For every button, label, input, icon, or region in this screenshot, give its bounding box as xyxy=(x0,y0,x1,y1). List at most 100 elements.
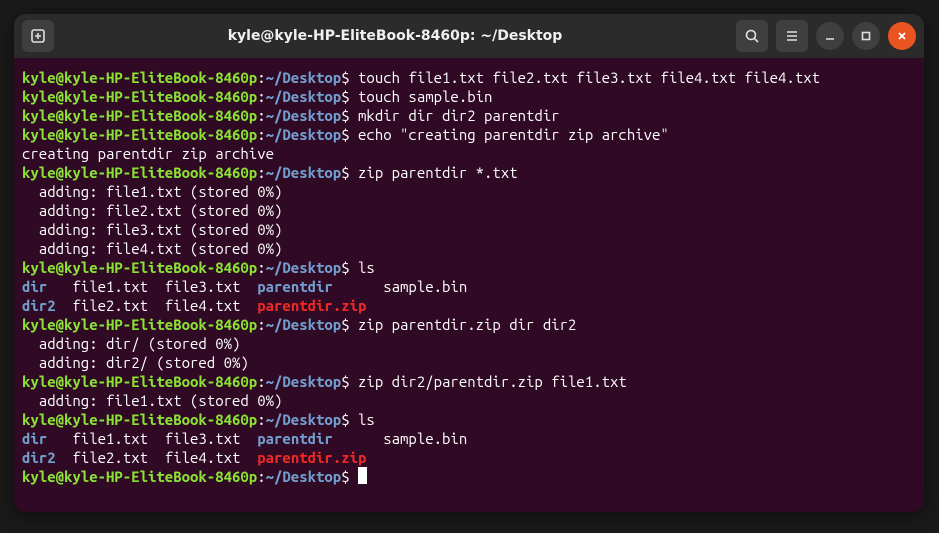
output-segment: adding: file1.txt (stored 0%) xyxy=(22,183,282,200)
prompt-userhost: kyle@kyle-HP-EliteBook-8460p xyxy=(22,69,257,86)
output-line: adding: file4.txt (stored 0%) xyxy=(22,239,916,258)
output-segment: file1.txt file3.txt xyxy=(47,278,257,295)
new-tab-icon xyxy=(30,28,46,44)
output-line: adding: file3.txt (stored 0%) xyxy=(22,220,916,239)
command-text: zip dir2/parentdir.zip file1.txt xyxy=(358,373,627,390)
output-segment: dir2 xyxy=(22,449,56,466)
titlebar: kyle@kyle-HP-EliteBook-8460p: ~/Desktop xyxy=(14,14,924,58)
output-line: adding: dir/ (stored 0%) xyxy=(22,334,916,353)
terminal-window: kyle@kyle-HP-EliteBook-8460p: ~/Desktop xyxy=(14,14,924,512)
terminal-area[interactable]: kyle@kyle-HP-EliteBook-8460p:~/Desktop$ … xyxy=(14,58,924,512)
prompt-cwd: ~/Desktop xyxy=(266,316,342,333)
output-segment: dir xyxy=(22,430,47,447)
cursor xyxy=(358,467,367,484)
search-button[interactable] xyxy=(736,20,768,52)
minimize-button[interactable] xyxy=(816,22,844,50)
prompt-sigil: $ xyxy=(341,316,358,333)
prompt-sigil: $ xyxy=(341,259,358,276)
output-segment: sample.bin xyxy=(333,430,467,447)
maximize-button[interactable] xyxy=(852,22,880,50)
output-segment: file2.txt file4.txt xyxy=(56,449,258,466)
output-segment: adding: file4.txt (stored 0%) xyxy=(22,240,282,257)
output-segment: creating parentdir zip archive xyxy=(22,145,274,162)
prompt-sigil: $ xyxy=(341,69,358,86)
command-text: zip parentdir *.txt xyxy=(358,164,518,181)
command-text: touch file1.txt file2.txt file3.txt file… xyxy=(358,69,820,86)
command-text: ls xyxy=(358,259,375,276)
prompt-cwd: ~/Desktop xyxy=(266,69,342,86)
prompt-sigil: $ xyxy=(341,164,358,181)
prompt-cwd: ~/Desktop xyxy=(266,411,342,428)
output-segment: adding: file2.txt (stored 0%) xyxy=(22,202,282,219)
output-line: dir2 file2.txt file4.txt parentdir.zip xyxy=(22,296,916,315)
output-segment: dir xyxy=(22,278,47,295)
output-line: dir file1.txt file3.txt parentdir sample… xyxy=(22,277,916,296)
output-line: adding: dir2/ (stored 0%) xyxy=(22,353,916,372)
prompt-cwd: ~/Desktop xyxy=(266,164,342,181)
prompt-sigil: $ xyxy=(341,468,358,485)
prompt-sep: : xyxy=(257,164,265,181)
prompt-userhost: kyle@kyle-HP-EliteBook-8460p xyxy=(22,107,257,124)
prompt-sep: : xyxy=(257,126,265,143)
prompt-line: kyle@kyle-HP-EliteBook-8460p:~/Desktop$ xyxy=(22,467,916,486)
prompt-sigil: $ xyxy=(341,411,358,428)
prompt-sep: : xyxy=(257,373,265,390)
prompt-sep: : xyxy=(257,316,265,333)
prompt-line: kyle@kyle-HP-EliteBook-8460p:~/Desktop$ … xyxy=(22,87,916,106)
output-line: adding: file1.txt (stored 0%) xyxy=(22,182,916,201)
command-text: touch sample.bin xyxy=(358,88,492,105)
prompt-sep: : xyxy=(257,259,265,276)
output-segment: file2.txt file4.txt xyxy=(56,297,258,314)
prompt-cwd: ~/Desktop xyxy=(266,468,342,485)
output-line: dir file1.txt file3.txt parentdir sample… xyxy=(22,429,916,448)
prompt-userhost: kyle@kyle-HP-EliteBook-8460p xyxy=(22,164,257,181)
prompt-userhost: kyle@kyle-HP-EliteBook-8460p xyxy=(22,373,257,390)
output-line: creating parentdir zip archive xyxy=(22,144,916,163)
prompt-line: kyle@kyle-HP-EliteBook-8460p:~/Desktop$ … xyxy=(22,106,916,125)
prompt-line: kyle@kyle-HP-EliteBook-8460p:~/Desktop$ … xyxy=(22,315,916,334)
prompt-cwd: ~/Desktop xyxy=(266,259,342,276)
prompt-sigil: $ xyxy=(341,88,358,105)
output-segment: parentdir.zip xyxy=(257,449,366,466)
prompt-cwd: ~/Desktop xyxy=(266,107,342,124)
output-segment: adding: file1.txt (stored 0%) xyxy=(22,392,282,409)
output-segment: dir2 xyxy=(22,297,56,314)
prompt-line: kyle@kyle-HP-EliteBook-8460p:~/Desktop$ … xyxy=(22,258,916,277)
prompt-line: kyle@kyle-HP-EliteBook-8460p:~/Desktop$ … xyxy=(22,125,916,144)
prompt-sigil: $ xyxy=(341,107,358,124)
prompt-userhost: kyle@kyle-HP-EliteBook-8460p xyxy=(22,316,257,333)
prompt-userhost: kyle@kyle-HP-EliteBook-8460p xyxy=(22,411,257,428)
output-segment: parentdir xyxy=(257,278,333,295)
command-text: zip parentdir.zip dir dir2 xyxy=(358,316,576,333)
prompt-sep: : xyxy=(257,69,265,86)
close-button[interactable] xyxy=(888,22,916,50)
prompt-userhost: kyle@kyle-HP-EliteBook-8460p xyxy=(22,259,257,276)
prompt-cwd: ~/Desktop xyxy=(266,373,342,390)
output-segment: parentdir.zip xyxy=(257,297,366,314)
hamburger-icon xyxy=(784,28,800,44)
output-line: dir2 file2.txt file4.txt parentdir.zip xyxy=(22,448,916,467)
maximize-icon xyxy=(860,30,872,42)
window-title: kyle@kyle-HP-EliteBook-8460p: ~/Desktop xyxy=(54,28,736,44)
command-text: mkdir dir dir2 parentdir xyxy=(358,107,560,124)
output-line: adding: file1.txt (stored 0%) xyxy=(22,391,916,410)
prompt-sep: : xyxy=(257,107,265,124)
prompt-userhost: kyle@kyle-HP-EliteBook-8460p xyxy=(22,468,257,485)
menu-button[interactable] xyxy=(776,20,808,52)
prompt-line: kyle@kyle-HP-EliteBook-8460p:~/Desktop$ … xyxy=(22,372,916,391)
prompt-sep: : xyxy=(257,411,265,428)
prompt-userhost: kyle@kyle-HP-EliteBook-8460p xyxy=(22,88,257,105)
minimize-icon xyxy=(824,30,836,42)
command-text: ls xyxy=(358,411,375,428)
prompt-sigil: $ xyxy=(341,126,358,143)
prompt-cwd: ~/Desktop xyxy=(266,126,342,143)
prompt-line: kyle@kyle-HP-EliteBook-8460p:~/Desktop$ … xyxy=(22,163,916,182)
prompt-line: kyle@kyle-HP-EliteBook-8460p:~/Desktop$ … xyxy=(22,410,916,429)
prompt-sigil: $ xyxy=(341,373,358,390)
output-segment: adding: dir/ (stored 0%) xyxy=(22,335,240,352)
new-tab-button[interactable] xyxy=(22,20,54,52)
output-segment: sample.bin xyxy=(333,278,467,295)
output-segment: adding: file3.txt (stored 0%) xyxy=(22,221,282,238)
output-line: adding: file2.txt (stored 0%) xyxy=(22,201,916,220)
command-text: echo "creating parentdir zip archive" xyxy=(358,126,669,143)
